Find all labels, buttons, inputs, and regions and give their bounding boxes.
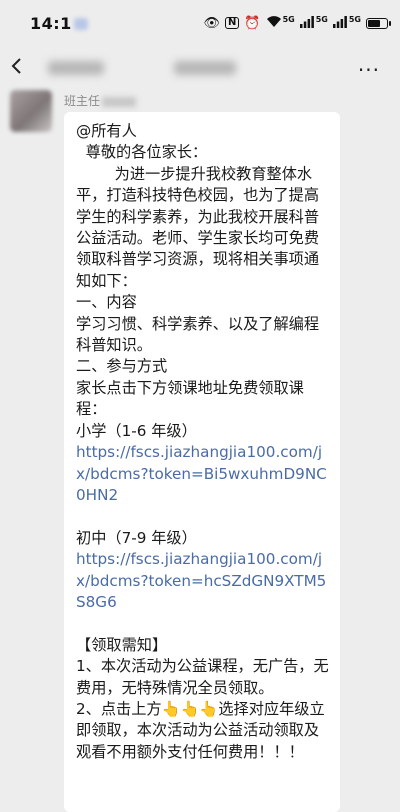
signal-5g-icon	[299, 15, 314, 31]
avatar[interactable]	[10, 90, 52, 132]
more-icon[interactable]: ···	[358, 58, 380, 82]
blurred-chat-title-left	[48, 61, 104, 75]
blurred-sender-name	[102, 96, 137, 107]
wifi-icon	[266, 15, 282, 31]
section-participation-body: 家长点击下方领课地址免费领取课程：	[76, 378, 304, 419]
status-bar: 14:1 👁 N ⏰ 5G 5G 5G	[0, 0, 400, 46]
intro-paragraph: 为进一步提升我校教育整体水平，打造科技特色校园，也为了提高学生的科学素养，为此我…	[76, 164, 319, 290]
nfc-icon: N	[225, 17, 240, 29]
back-icon[interactable]	[10, 56, 34, 81]
greeting: 尊敬的各位家长：	[76, 143, 208, 162]
notice-item-1: 1、本次活动为公益课程，无广告，无费用，无特殊情况全员领取。	[76, 657, 329, 697]
eye-icon: 👁	[203, 15, 221, 31]
wifi-label: 5G	[282, 15, 295, 24]
message-bubble[interactable]: @所有人 尊敬的各位家长： 为进一步提升我校教育整体水平，打造科技特色校园，也为…	[64, 112, 340, 812]
notice-item-2: 2、点击上方👆👆👆选择对应年级立即领取，本次活动为公益活动领取及观看不用额外支付…	[76, 699, 325, 761]
alarm-icon: ⏰	[244, 15, 261, 31]
time-text: 14:1	[30, 13, 72, 33]
middle-school-label: 初中（7-9 年级）	[76, 528, 197, 547]
section-participation-title: 二、参与方式	[76, 357, 168, 376]
sender-name: 班主任	[64, 92, 137, 109]
battery-level	[368, 19, 380, 27]
primary-school-label: 小学（1-6 年级）	[76, 421, 197, 440]
primary-school-link[interactable]: https://fscs.jiazhangjia100.com/jx/bdcms…	[76, 442, 330, 506]
section-content-title: 一、内容	[76, 293, 137, 312]
signal-5g-icon	[332, 15, 347, 31]
status-time: 14:1	[30, 14, 88, 33]
section-content-body: 学习习惯、科学素养、以及了解编程科普知识。	[76, 314, 319, 355]
sim2-label: 5G	[348, 15, 361, 24]
chat-header: ···	[0, 46, 400, 90]
status-icons: 👁 N ⏰ 5G 5G 5G	[203, 15, 391, 31]
middle-school-link[interactable]: https://fscs.jiazhangjia100.com/jx/bdcms…	[76, 549, 330, 613]
mention-all: @所有人	[76, 122, 137, 140]
sender-name-text: 班主任	[64, 94, 101, 108]
battery-icon	[366, 17, 391, 29]
blurred-chat-title-right	[174, 61, 236, 75]
blurred-time-digit	[73, 18, 88, 30]
notice-title: 【领取需知】	[76, 635, 168, 654]
sim1-label: 5G	[315, 15, 328, 24]
